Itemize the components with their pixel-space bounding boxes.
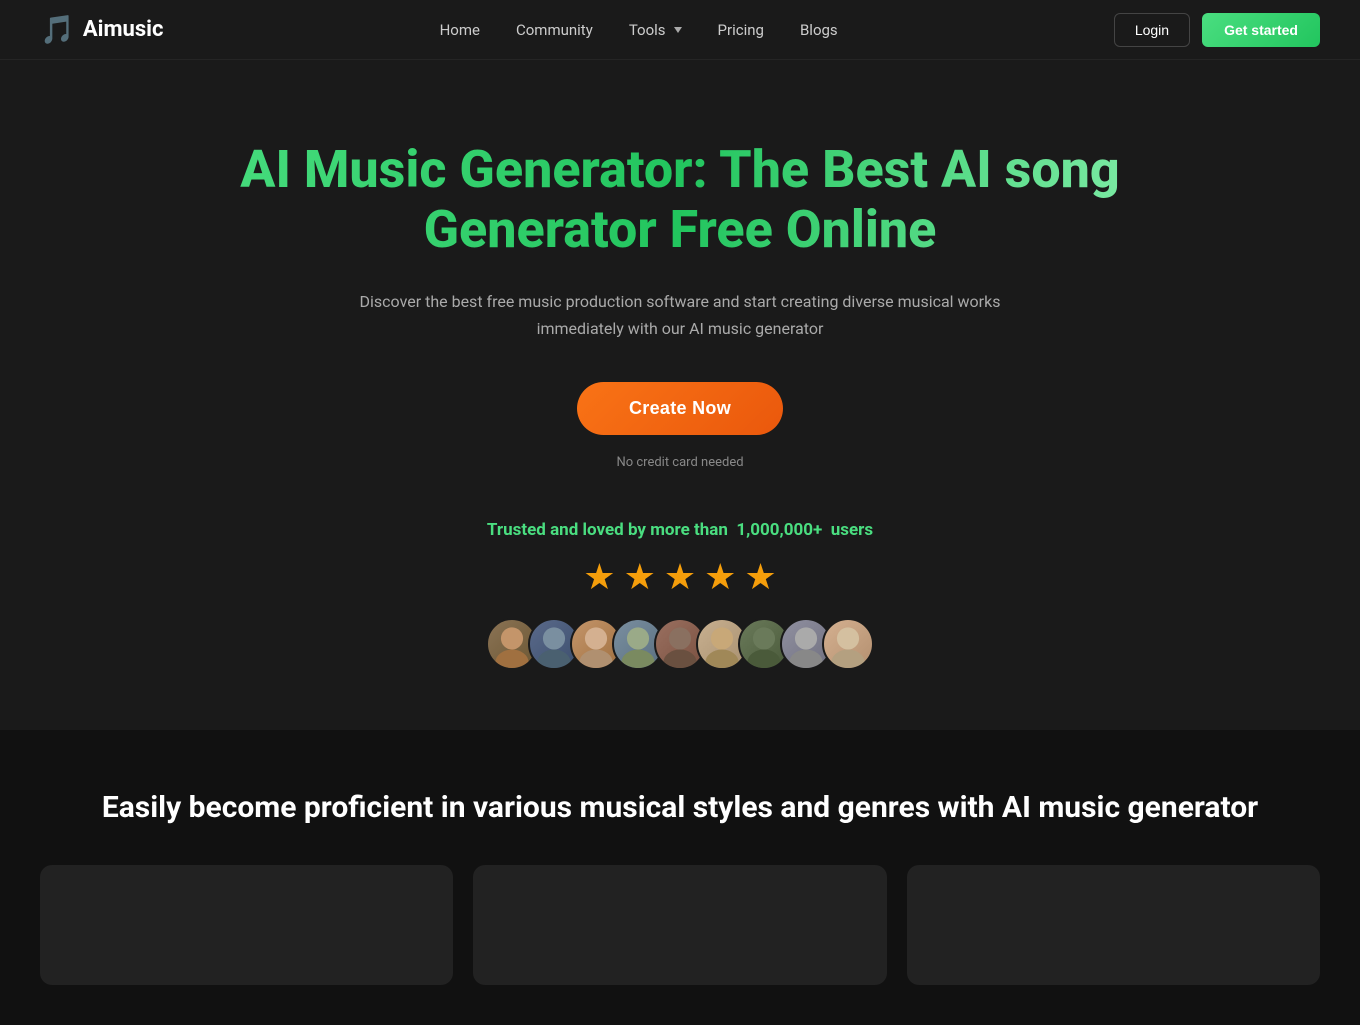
nav-link-blogs[interactable]: Blogs: [800, 21, 838, 39]
star-4: ★: [704, 556, 736, 598]
features-title: Easily become proficient in various musi…: [40, 790, 1320, 825]
no-credit-card-text: No credit card needed: [170, 455, 1190, 470]
star-1: ★: [583, 556, 615, 598]
trusted-text: Trusted and loved by more than 1,000,000…: [170, 520, 1190, 540]
user-avatars: [170, 618, 1190, 670]
create-now-button[interactable]: Create Now: [577, 382, 783, 435]
logo-text: Aimusic: [83, 17, 164, 42]
hero-subtitle: Discover the best free music production …: [340, 288, 1020, 342]
nav-item-community[interactable]: Community: [516, 20, 593, 39]
feature-cards: [40, 865, 1320, 985]
star-rating: ★ ★ ★ ★ ★: [170, 556, 1190, 598]
cta-container: Create Now No credit card needed: [170, 382, 1190, 470]
login-button[interactable]: Login: [1114, 13, 1190, 47]
nav-item-pricing[interactable]: Pricing: [718, 20, 764, 39]
nav-link-pricing[interactable]: Pricing: [718, 21, 764, 39]
nav-item-tools[interactable]: Tools: [629, 21, 682, 39]
feature-card-2: [473, 865, 886, 985]
nav-links: Home Community Tools Pricing Blogs: [440, 20, 838, 39]
logo-icon: 🎵: [40, 13, 75, 46]
nav-item-home[interactable]: Home: [440, 20, 480, 39]
get-started-button[interactable]: Get started: [1202, 13, 1320, 47]
nav-actions: Login Get started: [1114, 13, 1320, 47]
feature-card-3: [907, 865, 1320, 985]
user-count: 1,000,000+: [736, 520, 822, 540]
nav-link-tools[interactable]: Tools: [629, 21, 682, 39]
nav-link-community[interactable]: Community: [516, 21, 593, 39]
star-2: ★: [624, 556, 656, 598]
features-section: Easily become proficient in various musi…: [0, 730, 1360, 1025]
navbar: 🎵 Aimusic Home Community Tools Pricing B…: [0, 0, 1360, 60]
logo[interactable]: 🎵 Aimusic: [40, 13, 163, 46]
star-3: ★: [664, 556, 696, 598]
chevron-down-icon: [674, 27, 682, 33]
feature-card-1: [40, 865, 453, 985]
avatar-9: [822, 618, 874, 670]
nav-link-home[interactable]: Home: [440, 21, 480, 39]
star-5: ★: [744, 556, 776, 598]
nav-item-blogs[interactable]: Blogs: [800, 20, 838, 39]
hero-title: AI Music Generator: The Best AI song Gen…: [170, 140, 1190, 260]
social-proof: Trusted and loved by more than 1,000,000…: [170, 520, 1190, 670]
trusted-suffix: users: [831, 520, 873, 540]
trusted-prefix: Trusted and loved by more than: [487, 520, 728, 540]
hero-section: AI Music Generator: The Best AI song Gen…: [130, 60, 1230, 730]
